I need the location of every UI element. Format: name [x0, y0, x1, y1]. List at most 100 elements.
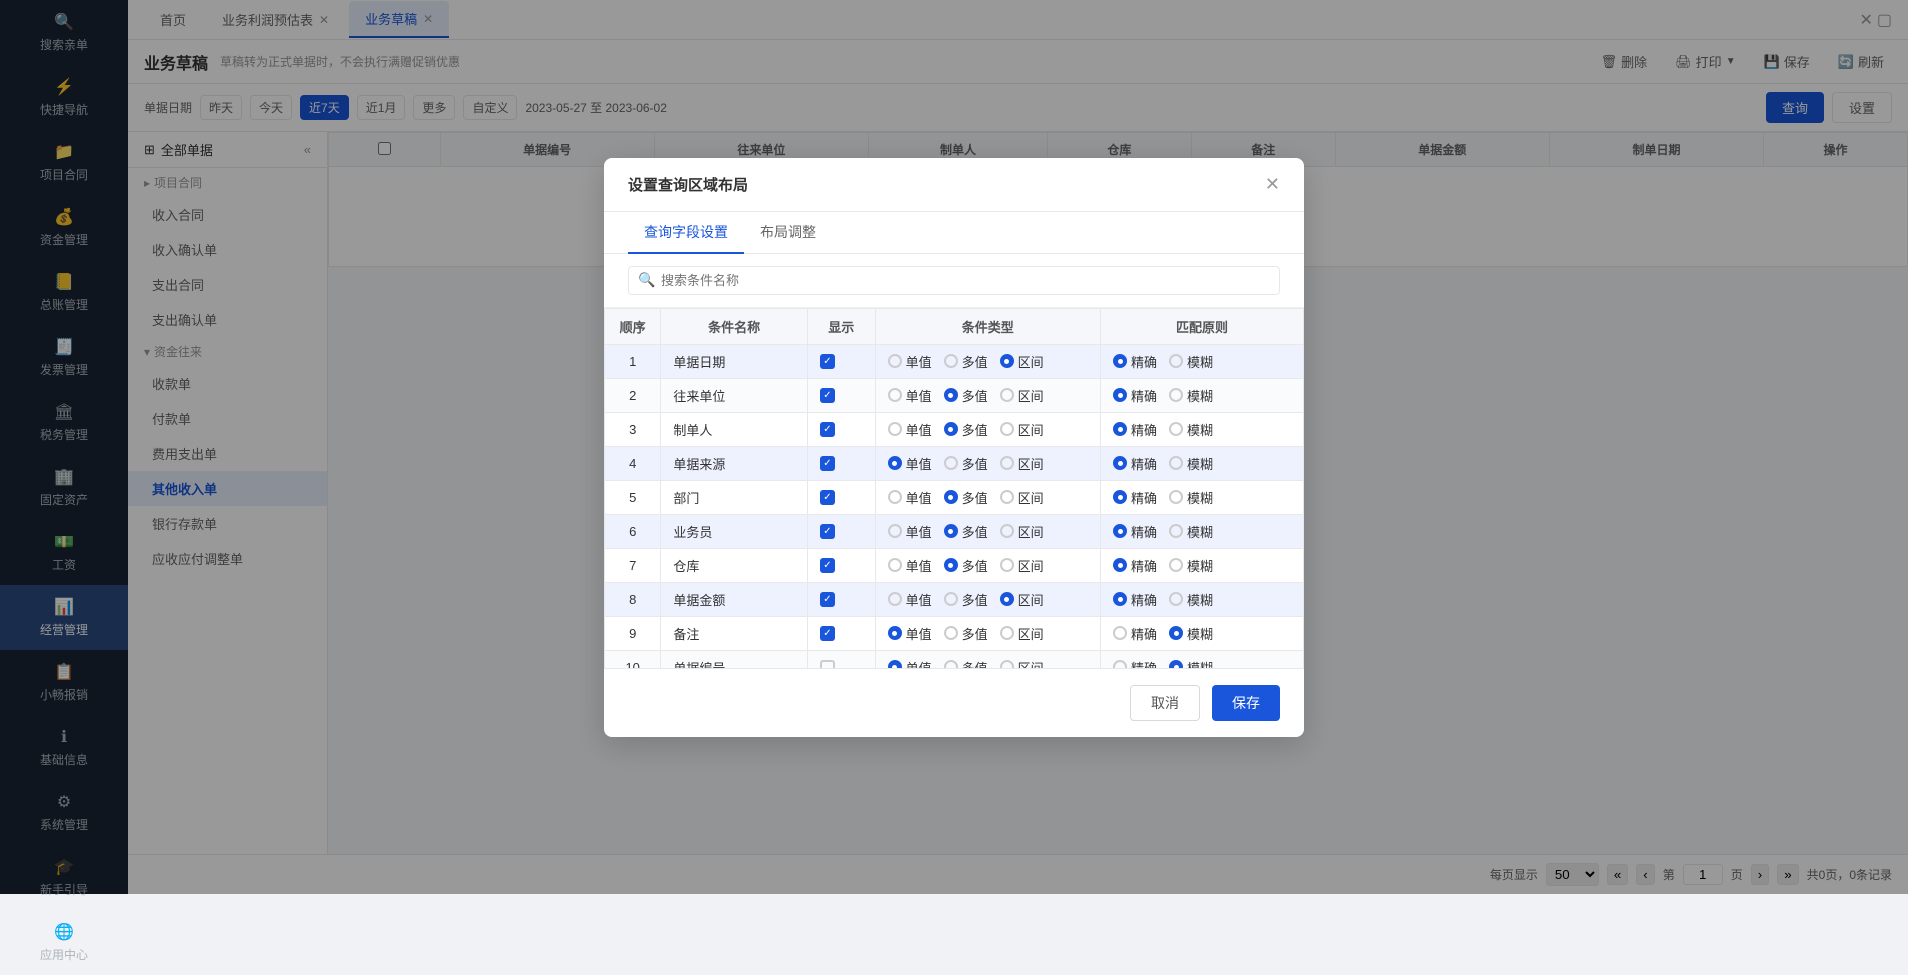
match-radio-option[interactable]: 模糊: [1169, 590, 1213, 609]
radio-label: 区间: [1018, 352, 1044, 371]
show-checkbox[interactable]: ✓: [820, 626, 835, 641]
row-order: 2: [605, 378, 661, 412]
type-radio-option[interactable]: 区间: [1000, 590, 1044, 609]
show-checkbox[interactable]: ✓: [820, 354, 835, 369]
type-radio-option[interactable]: 单值: [888, 488, 932, 507]
cancel-button[interactable]: 取消: [1130, 685, 1200, 721]
match-radio-option[interactable]: 模糊: [1169, 386, 1213, 405]
show-checkbox[interactable]: ✓: [820, 422, 835, 437]
radio-dot: [888, 422, 902, 436]
type-radio-option[interactable]: 单值: [888, 658, 932, 668]
type-radio-option[interactable]: 区间: [1000, 624, 1044, 643]
type-radio-option[interactable]: 多值: [944, 556, 988, 575]
show-checkbox[interactable]: ✓: [820, 558, 835, 573]
type-radio-option[interactable]: 单值: [888, 352, 932, 371]
radio-label: 区间: [1018, 488, 1044, 507]
show-checkbox[interactable]: ✓: [820, 388, 835, 403]
type-radio-option[interactable]: 多值: [944, 624, 988, 643]
show-checkbox[interactable]: [820, 660, 835, 668]
type-radio-option[interactable]: 单值: [888, 420, 932, 439]
radio-dot: [1169, 626, 1183, 640]
type-radio-option[interactable]: 多值: [944, 386, 988, 405]
modal-title: 设置查询区域布局: [628, 174, 748, 195]
show-checkbox[interactable]: ✓: [820, 524, 835, 539]
match-radio-option[interactable]: 精确: [1113, 352, 1157, 371]
match-radio-option[interactable]: 模糊: [1169, 352, 1213, 371]
type-radio-option[interactable]: 单值: [888, 454, 932, 473]
match-radio-option[interactable]: 模糊: [1169, 556, 1213, 575]
row-condition-name: 部门: [661, 480, 808, 514]
match-radio-option[interactable]: 精确: [1113, 556, 1157, 575]
type-radio-option[interactable]: 区间: [1000, 420, 1044, 439]
row-type-cell: 单值 多值区间: [875, 412, 1100, 446]
type-radio-option[interactable]: 区间: [1000, 556, 1044, 575]
match-radio-option[interactable]: 精确: [1113, 624, 1157, 643]
radio-dot: [1000, 626, 1014, 640]
match-radio-option[interactable]: 精确: [1113, 590, 1157, 609]
th-name: 条件名称: [661, 308, 808, 344]
radio-label: 区间: [1018, 658, 1044, 668]
radio-label: 单值: [906, 488, 932, 507]
radio-label: 模糊: [1187, 488, 1213, 507]
type-radio-option[interactable]: 多值: [944, 488, 988, 507]
radio-dot: [944, 490, 958, 504]
match-radio-option[interactable]: 精确: [1113, 488, 1157, 507]
show-checkbox[interactable]: ✓: [820, 490, 835, 505]
type-radio-option[interactable]: 区间: [1000, 488, 1044, 507]
row-match-cell: 精确模糊: [1101, 446, 1304, 480]
type-radio-option[interactable]: 多值: [944, 454, 988, 473]
match-radio-option[interactable]: 精确: [1113, 454, 1157, 473]
type-radio-option[interactable]: 多值: [944, 590, 988, 609]
type-radio-option[interactable]: 多值: [944, 352, 988, 371]
radio-label: 精确: [1131, 522, 1157, 541]
match-radio-option[interactable]: 模糊: [1169, 522, 1213, 541]
modal-search-input[interactable]: [628, 266, 1280, 295]
match-radio-option[interactable]: 精确: [1113, 522, 1157, 541]
type-radio-option[interactable]: 区间: [1000, 386, 1044, 405]
type-radio-option[interactable]: 单值: [888, 624, 932, 643]
row-type-cell: 单值多值 区间: [875, 344, 1100, 378]
radio-label: 多值: [962, 556, 988, 575]
match-radio-option[interactable]: 模糊: [1169, 454, 1213, 473]
match-radio-option[interactable]: 模糊: [1169, 624, 1213, 643]
radio-label: 模糊: [1187, 522, 1213, 541]
match-radio-option[interactable]: 模糊: [1169, 488, 1213, 507]
row-order: 6: [605, 514, 661, 548]
match-radio-option[interactable]: 精确: [1113, 420, 1157, 439]
type-radio-option[interactable]: 单值: [888, 556, 932, 575]
match-radio-option[interactable]: 模糊: [1169, 420, 1213, 439]
type-radio-option[interactable]: 多值: [944, 658, 988, 668]
show-checkbox[interactable]: ✓: [820, 456, 835, 471]
modal-save-button[interactable]: 保存: [1212, 685, 1280, 721]
match-radio-option[interactable]: 模糊: [1169, 658, 1213, 668]
row-match-cell: 精确模糊: [1101, 582, 1304, 616]
row-condition-name: 单据金额: [661, 582, 808, 616]
show-checkbox[interactable]: ✓: [820, 592, 835, 607]
radio-dot: [1169, 422, 1183, 436]
type-radio-option[interactable]: 区间: [1000, 352, 1044, 371]
type-radio-option[interactable]: 单值: [888, 522, 932, 541]
row-order: 10: [605, 650, 661, 668]
match-radio-option[interactable]: 精确: [1113, 658, 1157, 668]
type-radio-option[interactable]: 单值: [888, 590, 932, 609]
row-match-cell: 精确模糊: [1101, 378, 1304, 412]
radio-label: 区间: [1018, 454, 1044, 473]
radio-label: 多值: [962, 420, 988, 439]
modal-close-button[interactable]: ✕: [1265, 174, 1280, 195]
modal-overlay: 设置查询区域布局 ✕ 查询字段设置 布局调整 🔍 顺序 条件名称 显示 条件类型: [0, 0, 1908, 894]
sidebar-item-appstore[interactable]: 🌐 应用中心: [0, 910, 128, 975]
type-radio-option[interactable]: 区间: [1000, 522, 1044, 541]
radio-dot: [1000, 354, 1014, 368]
radio-label: 多值: [962, 522, 988, 541]
radio-label: 多值: [962, 624, 988, 643]
modal-tab-layout[interactable]: 布局调整: [744, 212, 832, 254]
type-radio-option[interactable]: 单值: [888, 386, 932, 405]
radio-label: 单值: [906, 624, 932, 643]
type-radio-option[interactable]: 多值: [944, 420, 988, 439]
radio-label: 区间: [1018, 556, 1044, 575]
type-radio-option[interactable]: 区间: [1000, 658, 1044, 668]
type-radio-option[interactable]: 多值: [944, 522, 988, 541]
modal-tab-field[interactable]: 查询字段设置: [628, 212, 744, 254]
type-radio-option[interactable]: 区间: [1000, 454, 1044, 473]
match-radio-option[interactable]: 精确: [1113, 386, 1157, 405]
